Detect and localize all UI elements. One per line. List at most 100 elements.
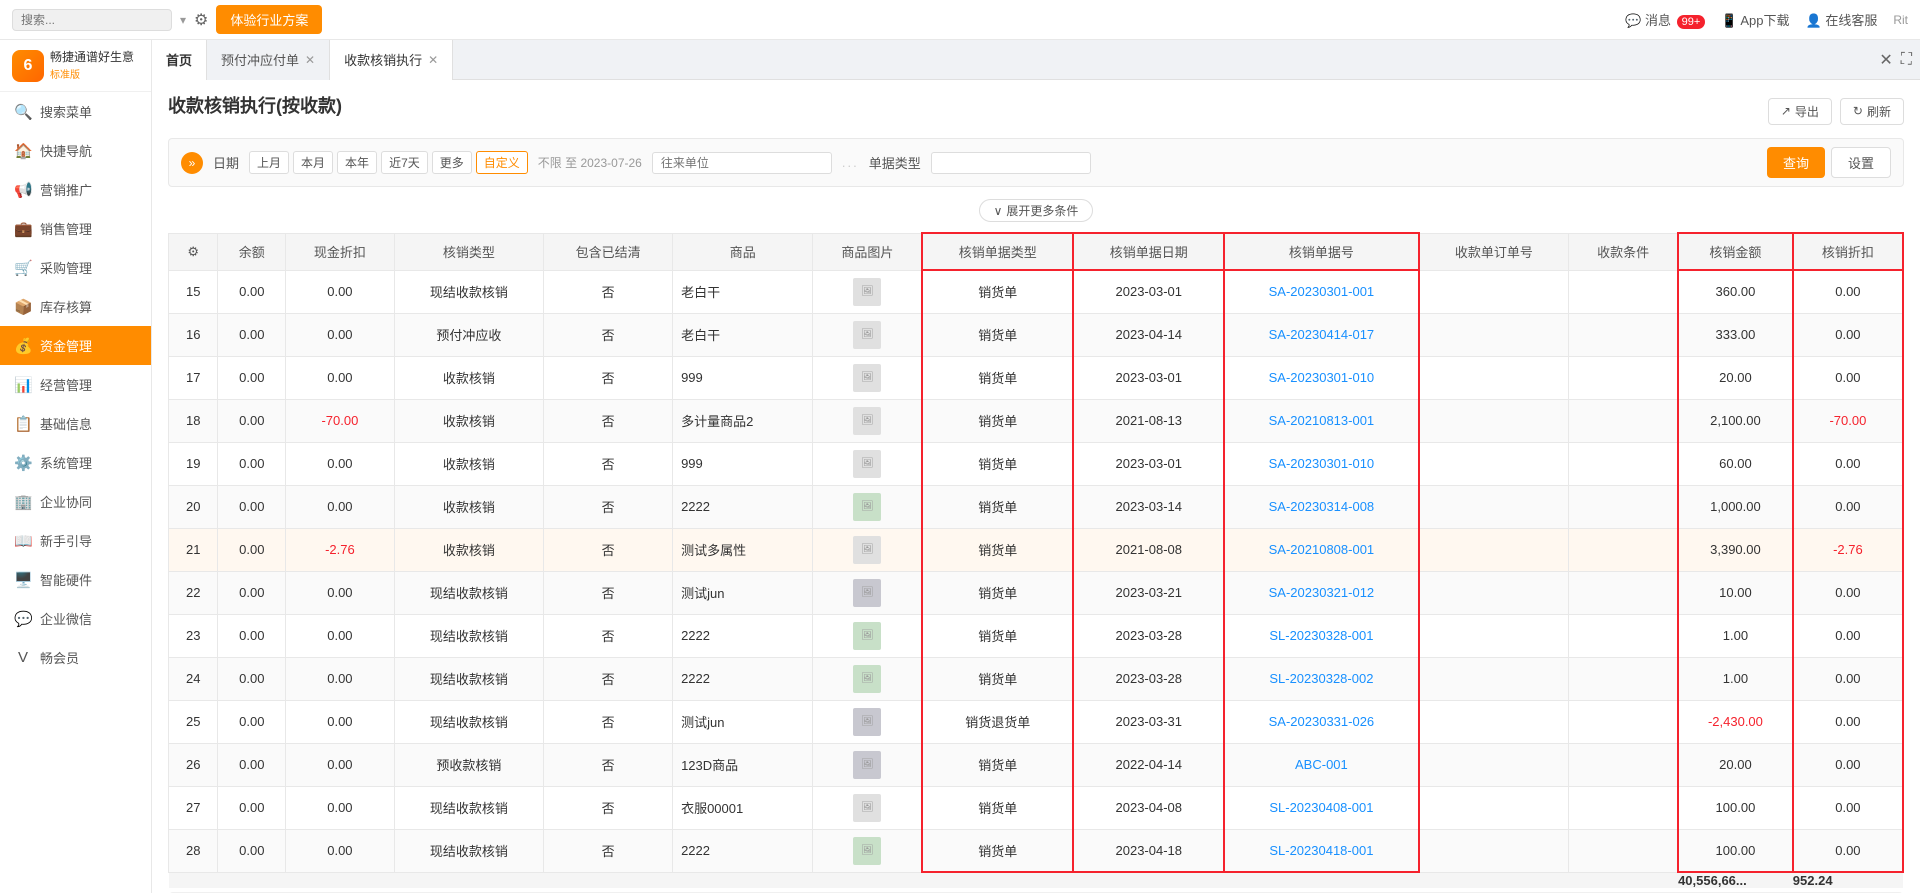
th-settings[interactable]: ⚙: [169, 233, 218, 270]
bill-no-cell[interactable]: SL-20230328-001: [1224, 614, 1418, 657]
bill-no-cell[interactable]: SA-20210813-001: [1224, 399, 1418, 442]
sidebar-item-sales[interactable]: 💼 销售管理: [0, 209, 151, 248]
row-num: 27: [169, 786, 218, 829]
sidebar-item-nav[interactable]: 🏠 快捷导航: [0, 131, 151, 170]
sidebar-item-wechat[interactable]: 💬 企业微信: [0, 599, 151, 638]
sidebar-item-guide[interactable]: 📖 新手引导: [0, 521, 151, 560]
goods-cell: 2222: [673, 829, 813, 872]
type-cell: 现结收款核销: [394, 657, 543, 700]
discount2-cell: 0.00: [1793, 743, 1903, 786]
bill-date-cell: 2023-03-31: [1073, 700, 1224, 743]
bill-no-cell[interactable]: SA-20230331-026: [1224, 700, 1418, 743]
discount-cell: 0.00: [286, 743, 395, 786]
balance-cell: 0.00: [218, 829, 286, 872]
search-icon: 🔍: [14, 103, 32, 121]
filter-expand-icon[interactable]: »: [181, 152, 203, 174]
discount-cell: 0.00: [286, 786, 395, 829]
row-num: 26: [169, 743, 218, 786]
discount2-cell: -2.76: [1793, 528, 1903, 571]
type-cell: 现结收款核销: [394, 614, 543, 657]
search-input[interactable]: [12, 9, 172, 31]
filter-more[interactable]: 更多: [432, 151, 472, 174]
bill-date-cell: 2023-03-28: [1073, 657, 1224, 700]
filter-this-month[interactable]: 本月: [293, 151, 333, 174]
sidebar-item-system[interactable]: ⚙️ 系统管理: [0, 443, 151, 482]
filter-custom[interactable]: 自定义: [476, 151, 528, 174]
order-no-cell: [1419, 270, 1569, 313]
bill-date-cell: 2023-03-21: [1073, 571, 1224, 614]
tab-prepay[interactable]: 预付冲应付单 ✕: [207, 40, 330, 80]
bill-type-cell: 销货单: [922, 614, 1073, 657]
tab-home[interactable]: 首页: [152, 40, 207, 80]
filter-last-month[interactable]: 上月: [249, 151, 289, 174]
sidebar-item-corp[interactable]: 🏢 企业协同: [0, 482, 151, 521]
sidebar-item-marketing[interactable]: 📢 营销推广: [0, 170, 151, 209]
table-row: 260.000.00预收款核销否123D商品🖼销货单2022-04-14ABC-…: [169, 743, 1904, 786]
sidebar-item-inventory[interactable]: 📦 库存核算: [0, 287, 151, 326]
bill-type-cell: 销货单: [922, 571, 1073, 614]
filter-this-year[interactable]: 本年: [337, 151, 377, 174]
bill-no-cell[interactable]: SA-20230301-010: [1224, 356, 1418, 399]
tab-prepay-close[interactable]: ✕: [305, 53, 315, 67]
bill-no-cell[interactable]: ABC-001: [1224, 743, 1418, 786]
bill-no-cell[interactable]: SA-20230314-008: [1224, 485, 1418, 528]
bill-no-cell[interactable]: SA-20230301-010: [1224, 442, 1418, 485]
bill-no-cell[interactable]: SL-20230418-001: [1224, 829, 1418, 872]
discount-cell: 0.00: [286, 442, 395, 485]
query-button[interactable]: 查询: [1767, 147, 1825, 178]
inventory-icon: 📦: [14, 298, 32, 316]
industry-btn[interactable]: 体验行业方案: [216, 5, 322, 34]
sidebar-label-guide: 新手引导: [40, 531, 92, 550]
main-area: 首页 预付冲应付单 ✕ 收款核销执行 ✕ ✕ ⛶ 收款核销执行(按收款): [152, 40, 1920, 893]
discount-cell: 0.00: [286, 313, 395, 356]
expand-more-btn[interactable]: ∨ 展开更多条件: [979, 199, 1094, 222]
messages-link[interactable]: 💬 消息 99+: [1625, 10, 1705, 29]
sidebar-item-hardware[interactable]: 🖥️ 智能硬件: [0, 560, 151, 599]
refresh-button[interactable]: ↻ 刷新: [1840, 98, 1904, 125]
type-cell: 收款核销: [394, 485, 543, 528]
system-icon: ⚙️: [14, 454, 32, 472]
settled-cell: 否: [544, 270, 673, 313]
sidebar-label-system: 系统管理: [40, 453, 92, 472]
goods-cell: 测试jun: [673, 700, 813, 743]
setting-button[interactable]: 设置: [1831, 147, 1891, 178]
sidebar-item-finance[interactable]: 💰 资金管理: [0, 326, 151, 365]
tab-collection[interactable]: 收款核销执行 ✕: [330, 40, 453, 80]
row-num: 20: [169, 485, 218, 528]
discount2-cell: 0.00: [1793, 657, 1903, 700]
bill-no-cell[interactable]: SA-20210808-001: [1224, 528, 1418, 571]
bill-no-cell[interactable]: SA-20230414-017: [1224, 313, 1418, 356]
th-settled: 包含已结清: [544, 233, 673, 270]
main-table: ⚙ 余额 现金折扣 核销类型 包含已结清 商品 商品图片 核销单据类型 核销单据…: [168, 232, 1904, 888]
sidebar-item-purchase[interactable]: 🛒 采购管理: [0, 248, 151, 287]
bill-no-cell[interactable]: SA-20230301-001: [1224, 270, 1418, 313]
filter-unit-input[interactable]: [652, 152, 832, 174]
online-service-link[interactable]: 👤 在线客服: [1806, 10, 1878, 29]
filter-bill-type-select[interactable]: [931, 152, 1091, 174]
order-no-cell: [1419, 614, 1569, 657]
export-button[interactable]: ↗ 导出: [1768, 98, 1832, 125]
fullscreen-icon[interactable]: ⛶: [1901, 51, 1912, 69]
table-row: 280.000.00现结收款核销否2222🖼销货单2023-04-18SL-20…: [169, 829, 1904, 872]
bill-no-cell[interactable]: SL-20230328-002: [1224, 657, 1418, 700]
row-num: 16: [169, 313, 218, 356]
th-amount: 核销金额: [1678, 233, 1793, 270]
sidebar-item-search[interactable]: 🔍 搜索菜单: [0, 92, 151, 131]
tab-collection-close[interactable]: ✕: [428, 53, 438, 67]
filter-7days[interactable]: 近7天: [381, 151, 428, 174]
app-download-link[interactable]: 📱 App下载: [1721, 10, 1789, 29]
close-all-icon[interactable]: ✕: [1879, 50, 1892, 70]
goods-cell: 测试jun: [673, 571, 813, 614]
goods-img-cell: 🖼: [813, 829, 922, 872]
sidebar-item-basic[interactable]: 📋 基础信息: [0, 404, 151, 443]
th-bill-no: 核销单据号: [1224, 233, 1418, 270]
th-type: 核销类型: [394, 233, 543, 270]
sidebar-item-operations[interactable]: 📊 经营管理: [0, 365, 151, 404]
sidebar-item-member[interactable]: V 畅会员: [0, 638, 151, 677]
bill-no-cell[interactable]: SL-20230408-001: [1224, 786, 1418, 829]
goods-cell: 测试多属性: [673, 528, 813, 571]
condition-cell: [1569, 399, 1678, 442]
user-name: Rit: [1893, 13, 1908, 27]
bill-no-cell[interactable]: SA-20230321-012: [1224, 571, 1418, 614]
gear-icon[interactable]: ⚙: [194, 10, 208, 30]
